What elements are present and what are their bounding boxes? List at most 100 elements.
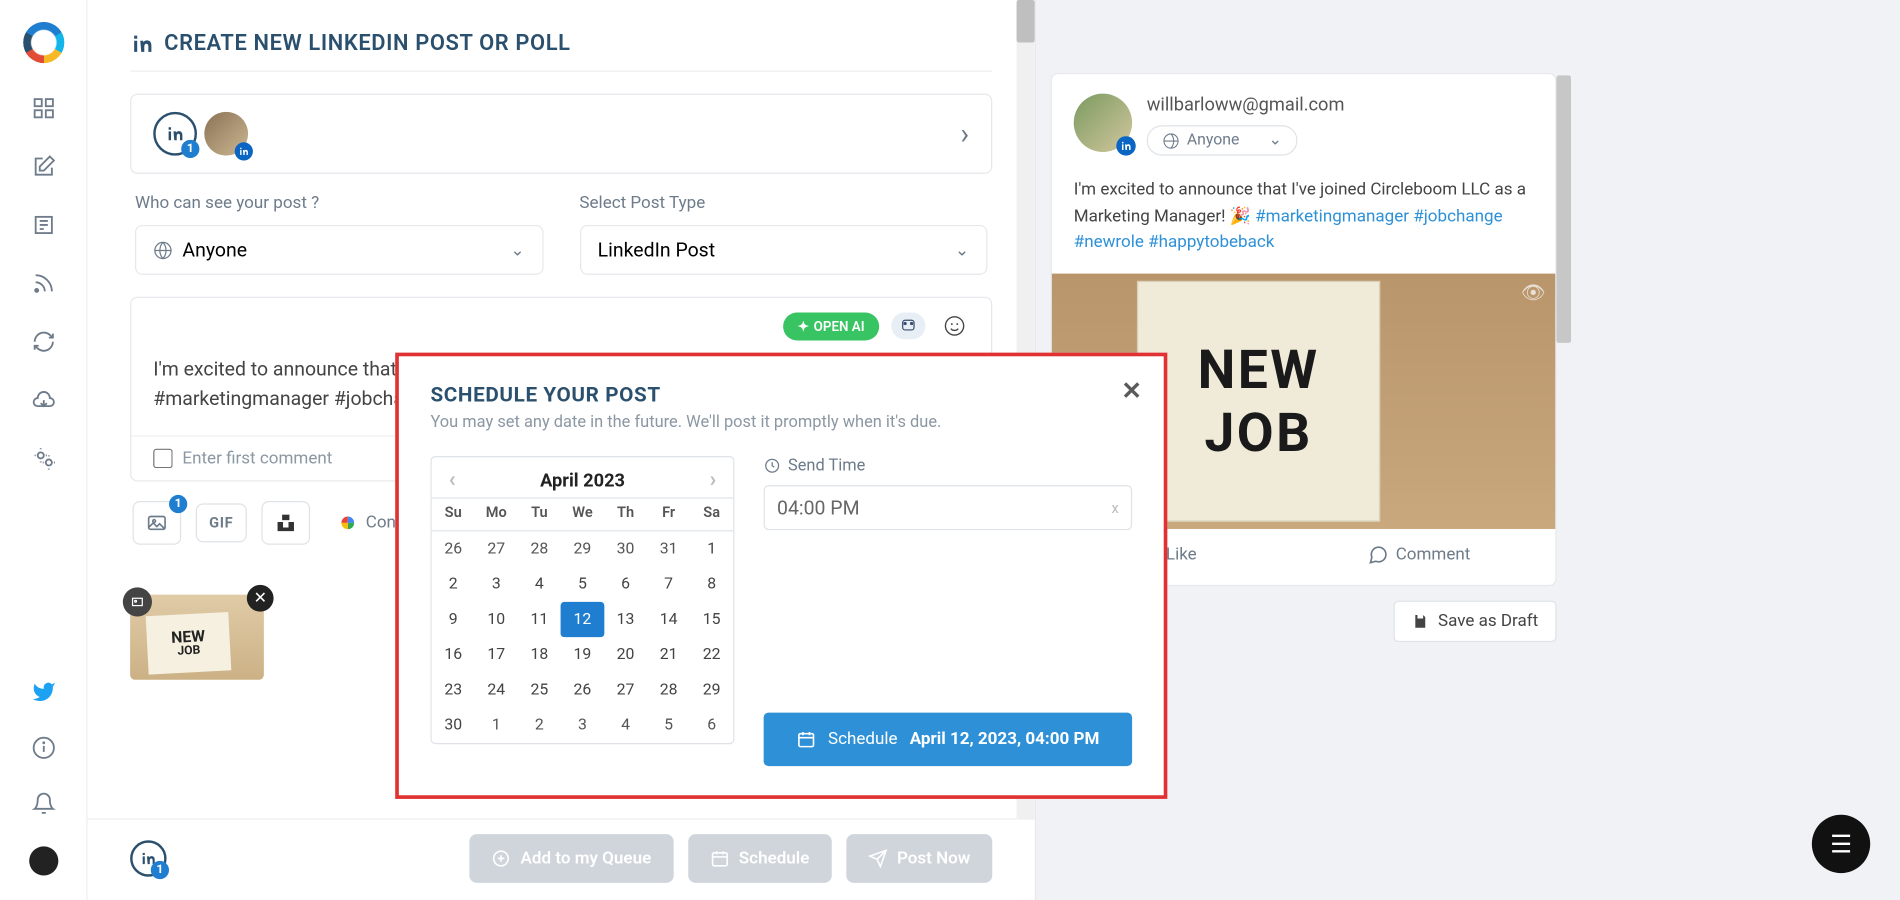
add-to-queue-button[interactable]: Add to my Queue [469,834,673,883]
settings-icon[interactable] [30,445,57,472]
calendar-day[interactable]: 4 [604,708,647,743]
calendar-day[interactable]: 29 [561,531,604,566]
globe-icon [153,240,172,259]
dashboard-icon[interactable] [30,95,57,122]
calendar-day[interactable]: 12 [561,602,604,637]
calendar-day[interactable]: 26 [432,531,475,566]
first-comment-checkbox[interactable] [153,449,172,468]
sidebar [0,0,88,900]
thumbnail-edit-icon[interactable] [123,587,152,616]
calendar-day[interactable]: 5 [561,567,604,602]
right-gutter [1571,0,1899,900]
calendar-day[interactable]: 31 [647,531,690,566]
calendar-day[interactable]: 17 [475,637,518,672]
account-selector-card[interactable]: 1 › [130,94,992,174]
calendar-day[interactable]: 29 [690,672,733,707]
calendar-dow: Fr [647,499,690,531]
calendar-day[interactable]: 30 [432,708,475,743]
calendar-day[interactable]: 13 [604,602,647,637]
preview-scrollbar[interactable] [1556,75,1571,343]
calendar-day[interactable]: 20 [604,637,647,672]
calendar-day[interactable]: 28 [647,672,690,707]
calendar-day[interactable]: 2 [518,708,561,743]
calendar-day[interactable]: 4 [518,567,561,602]
calendar-dow-row: SuMoTuWeThFrSa [432,499,734,532]
calendar-day[interactable]: 19 [561,637,604,672]
audience-dropdown[interactable]: Anyone ⌄ [135,225,543,275]
calendar-dow: Su [432,499,475,531]
unsplash-button[interactable] [261,501,310,545]
emoji-icon[interactable] [938,313,972,340]
modal-title: SCHEDULE YOUR POST [430,383,1132,407]
linkedin-account-badge: 1 [153,112,197,156]
time-clear-icon[interactable]: x [1111,499,1118,516]
calendar-day[interactable]: 9 [432,602,475,637]
calendar-day[interactable]: 3 [561,708,604,743]
calendar-next-icon[interactable]: › [705,467,721,493]
calendar-prev-icon[interactable]: ‹ [444,467,461,493]
articles-icon[interactable] [30,212,57,239]
schedule-button-footer[interactable]: Schedule [688,834,832,883]
calendar-dow: Tu [518,499,561,531]
footer-account-badge[interactable]: 1 [130,840,166,876]
calendar-dow: We [561,499,604,531]
posttype-dropdown[interactable]: LinkedIn Post ⌄ [579,225,987,275]
calendar-day[interactable]: 24 [475,672,518,707]
calendar-day[interactable]: 28 [518,531,561,566]
calendar-day[interactable]: 25 [518,672,561,707]
ai-toolbar-icon[interactable] [891,313,925,340]
calendar-day[interactable]: 6 [604,567,647,602]
preview-user-avatar [1074,94,1132,152]
calendar-day[interactable]: 26 [561,672,604,707]
calendar-body: 2627282930311234567891011121314151617181… [432,531,734,743]
calendar-day[interactable]: 11 [518,602,561,637]
preview-audience-dropdown[interactable]: Anyone ⌄ [1147,125,1298,155]
calendar-day[interactable]: 22 [690,637,733,672]
calendar-day[interactable]: 30 [604,531,647,566]
calendar-day[interactable]: 18 [518,637,561,672]
calendar-day[interactable]: 23 [432,672,475,707]
calendar-day[interactable]: 14 [647,602,690,637]
cloud-download-icon[interactable] [30,387,57,414]
calendar-day[interactable]: 27 [604,672,647,707]
compose-icon[interactable] [30,153,57,180]
posttype-label: Select Post Type [579,193,987,212]
media-image-button[interactable]: 1 [133,501,182,545]
calendar-day[interactable]: 10 [475,602,518,637]
calendar-day[interactable]: 2 [432,567,475,602]
menu-fab[interactable]: ☰ [1812,815,1870,873]
info-icon[interactable] [30,734,57,761]
calendar-day[interactable]: 16 [432,637,475,672]
user-avatar-small[interactable] [29,846,58,875]
bell-icon[interactable] [30,790,57,817]
rss-icon[interactable] [30,270,57,297]
chevron-down-icon: ⌄ [955,240,969,259]
calendar-day[interactable]: 3 [475,567,518,602]
calendar-day[interactable]: 1 [475,708,518,743]
send-time-label: Send Time [764,456,1132,475]
calendar-day[interactable]: 6 [690,708,733,743]
schedule-confirm-button[interactable]: Schedule April 12, 2023, 04:00 PM [764,713,1132,767]
calendar-day[interactable]: 8 [690,567,733,602]
post-now-button[interactable]: Post Now [846,834,992,883]
calendar-day[interactable]: 1 [690,531,733,566]
calendar-day[interactable]: 21 [647,637,690,672]
schedule-modal: ✕ SCHEDULE YOUR POST You may set any dat… [395,353,1167,799]
twitter-icon[interactable] [30,679,57,706]
calendar-day[interactable]: 7 [647,567,690,602]
calendar-day[interactable]: 15 [690,602,733,637]
modal-close-icon[interactable]: ✕ [1121,376,1141,405]
preview-body: I'm excited to announce that I've joined… [1052,168,1555,274]
gif-button[interactable]: GIF [196,503,247,542]
recycle-icon[interactable] [30,328,57,355]
calendar-day[interactable]: 5 [647,708,690,743]
openai-button[interactable]: ✦ OPEN AI [783,313,879,341]
modal-subtitle: You may set any date in the future. We'l… [430,412,1132,431]
calendar-day[interactable]: 27 [475,531,518,566]
save-draft-button[interactable]: Save as Draft [1393,601,1556,642]
media-count-badge: 1 [169,495,187,513]
time-input[interactable]: 04:00 PM x [764,485,1132,530]
preview-comment-button[interactable]: Comment [1367,544,1471,566]
thumbnail-remove-icon[interactable]: ✕ [247,585,274,612]
calendar-dow: Sa [690,499,733,531]
